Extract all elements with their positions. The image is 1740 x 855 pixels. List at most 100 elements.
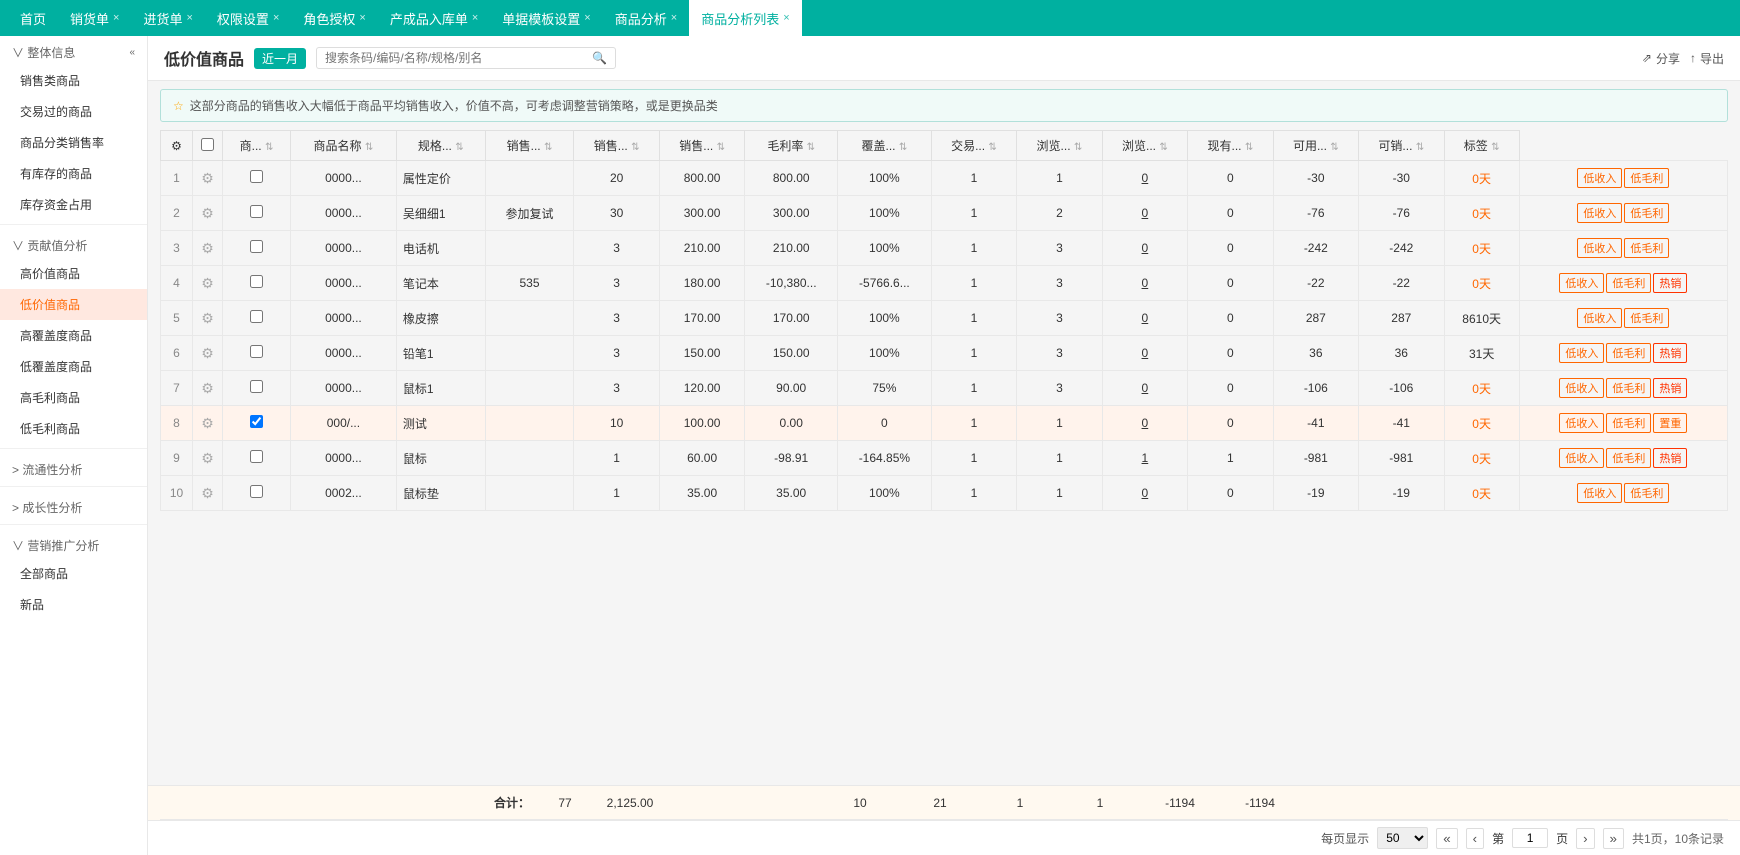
row-check[interactable] [223, 476, 291, 511]
sidebar-item-low-value[interactable]: 低价值商品 [0, 289, 147, 320]
sidebar-item-low-coverage[interactable]: 低覆盖度商品 [0, 351, 147, 382]
nav-close-analysis[interactable]: × [671, 12, 677, 24]
settings-col-header[interactable]: ⚙ [161, 131, 193, 161]
sidebar-item-sales-products[interactable]: 销售类商品 [0, 65, 147, 96]
sale-amount-col-header[interactable]: 销售... ⇅ [659, 131, 744, 161]
row-check[interactable] [223, 301, 291, 336]
time-filter-badge[interactable]: 近一月 [254, 48, 306, 69]
sidebar-item-new-products[interactable]: 新品 [0, 589, 147, 620]
row-settings[interactable]: ⚙ [193, 266, 223, 301]
sidebar-item-stocked-products[interactable]: 有库存的商品 [0, 158, 147, 189]
row-name[interactable]: 鼠标1 [396, 371, 485, 406]
check-col-header[interactable] [193, 131, 223, 161]
row-name[interactable]: 属性定价 [396, 161, 485, 196]
share-button[interactable]: ⇗ 分享 [1642, 50, 1680, 67]
sidebar-item-stock-capital[interactable]: 库存资金占用 [0, 189, 147, 220]
code-col-header[interactable]: 商... ⇅ [223, 131, 291, 161]
sidebar-item-high-margin[interactable]: 高毛利商品 [0, 382, 147, 413]
row-view1[interactable]: 0 [1102, 301, 1187, 336]
sidebar-item-high-value[interactable]: 高价值商品 [0, 258, 147, 289]
nav-close-role[interactable]: × [359, 12, 365, 24]
nav-role-auth[interactable]: 角色授权 × [291, 0, 377, 36]
row-view1[interactable]: 1 [1102, 441, 1187, 476]
nav-close-sales[interactable]: × [113, 12, 119, 24]
row-settings[interactable]: ⚙ [193, 406, 223, 441]
row-view1[interactable]: 0 [1102, 266, 1187, 301]
row-view1[interactable]: 0 [1102, 196, 1187, 231]
nav-close-permission[interactable]: × [273, 12, 279, 24]
per-page-select[interactable]: 50 100 200 [1377, 827, 1428, 849]
collapse-overall-icon[interactable]: « [129, 47, 135, 58]
row-view1[interactable]: 0 [1102, 336, 1187, 371]
sidebar-group-marketing[interactable]: ∨ 营销推广分析 [0, 529, 147, 558]
sidebar-item-category-rate[interactable]: 商品分类销售率 [0, 127, 147, 158]
trade-col-header[interactable]: 交易... ⇅ [931, 131, 1016, 161]
row-name[interactable]: 鼠标 [396, 441, 485, 476]
row-check[interactable] [223, 371, 291, 406]
nav-close-product[interactable]: × [472, 12, 478, 24]
nav-analysis[interactable]: 商品分析 × [603, 0, 689, 36]
sale-qty-col-header[interactable]: 销售... ⇅ [485, 131, 574, 161]
stock-avail-col-header[interactable]: 可用... ⇅ [1273, 131, 1358, 161]
row-check[interactable] [223, 406, 291, 441]
row-check[interactable] [223, 336, 291, 371]
row-check[interactable] [223, 441, 291, 476]
row-settings[interactable]: ⚙ [193, 336, 223, 371]
row-view1[interactable]: 0 [1102, 476, 1187, 511]
search-icon[interactable]: 🔍 [592, 51, 607, 65]
row-view1[interactable]: 0 [1102, 231, 1187, 266]
row-name[interactable]: 测试 [396, 406, 485, 441]
row-view1[interactable]: 0 [1102, 406, 1187, 441]
nav-purchase-order[interactable]: 进货单 × [131, 0, 204, 36]
prev-page-button[interactable]: ‹ [1466, 828, 1484, 849]
margin-col-header[interactable]: 毛利率 ⇅ [745, 131, 838, 161]
search-input[interactable] [325, 51, 592, 65]
row-settings[interactable]: ⚙ [193, 371, 223, 406]
row-view1[interactable]: 0 [1102, 161, 1187, 196]
select-all-checkbox[interactable] [201, 138, 214, 151]
stock-sale-col-header[interactable]: 可销... ⇅ [1359, 131, 1444, 161]
spec-col-header[interactable]: 规格... ⇅ [396, 131, 485, 161]
tags-col-header[interactable]: 标签 ⇅ [1444, 131, 1519, 161]
row-name[interactable]: 电话机 [396, 231, 485, 266]
sidebar-item-traded-products[interactable]: 交易过的商品 [0, 96, 147, 127]
nav-close-template[interactable]: × [584, 12, 590, 24]
row-settings[interactable]: ⚙ [193, 441, 223, 476]
view1-col-header[interactable]: 浏览... ⇅ [1017, 131, 1102, 161]
name-col-header[interactable]: 商品名称 ⇅ [291, 131, 397, 161]
row-view1[interactable]: 0 [1102, 371, 1187, 406]
sidebar-item-all-products[interactable]: 全部商品 [0, 558, 147, 589]
row-name[interactable]: 铅笔1 [396, 336, 485, 371]
sidebar-group-circulation[interactable]: > 流通性分析 [0, 453, 147, 482]
row-check[interactable] [223, 231, 291, 266]
sidebar-group-overall[interactable]: ∨ 整体信息 « [0, 36, 147, 65]
coverage-col-header[interactable]: 覆盖... ⇅ [838, 131, 932, 161]
row-check[interactable] [223, 196, 291, 231]
sale-price-col-header[interactable]: 销售... ⇅ [574, 131, 659, 161]
row-settings[interactable]: ⚙ [193, 196, 223, 231]
row-check[interactable] [223, 161, 291, 196]
export-button[interactable]: ↑ 导出 [1690, 50, 1724, 67]
sidebar-group-growth[interactable]: > 成长性分析 [0, 491, 147, 520]
nav-sales-order[interactable]: 销货单 × [58, 0, 131, 36]
sidebar-item-low-margin[interactable]: 低毛利商品 [0, 413, 147, 444]
row-check[interactable] [223, 266, 291, 301]
nav-close-purchase[interactable]: × [186, 12, 192, 24]
row-name[interactable]: 橡皮擦 [396, 301, 485, 336]
row-settings[interactable]: ⚙ [193, 301, 223, 336]
row-settings[interactable]: ⚙ [193, 161, 223, 196]
row-name[interactable]: 吴细细1 [396, 196, 485, 231]
nav-analysis-list[interactable]: 商品分析列表 × [689, 0, 801, 36]
nav-template[interactable]: 单据模板设置 × [490, 0, 602, 36]
view2-col-header[interactable]: 浏览... ⇅ [1102, 131, 1187, 161]
row-settings[interactable]: ⚙ [193, 231, 223, 266]
nav-close-list[interactable]: × [783, 12, 789, 24]
row-name[interactable]: 笔记本 [396, 266, 485, 301]
nav-home[interactable]: 首页 [8, 0, 58, 36]
first-page-button[interactable]: « [1436, 828, 1457, 849]
row-name[interactable]: 鼠标垫 [396, 476, 485, 511]
nav-permission[interactable]: 权限设置 × [205, 0, 291, 36]
sidebar-group-contribution[interactable]: ∨ 贡献值分析 [0, 229, 147, 258]
row-settings[interactable]: ⚙ [193, 476, 223, 511]
stock-cur-col-header[interactable]: 现有... ⇅ [1188, 131, 1273, 161]
